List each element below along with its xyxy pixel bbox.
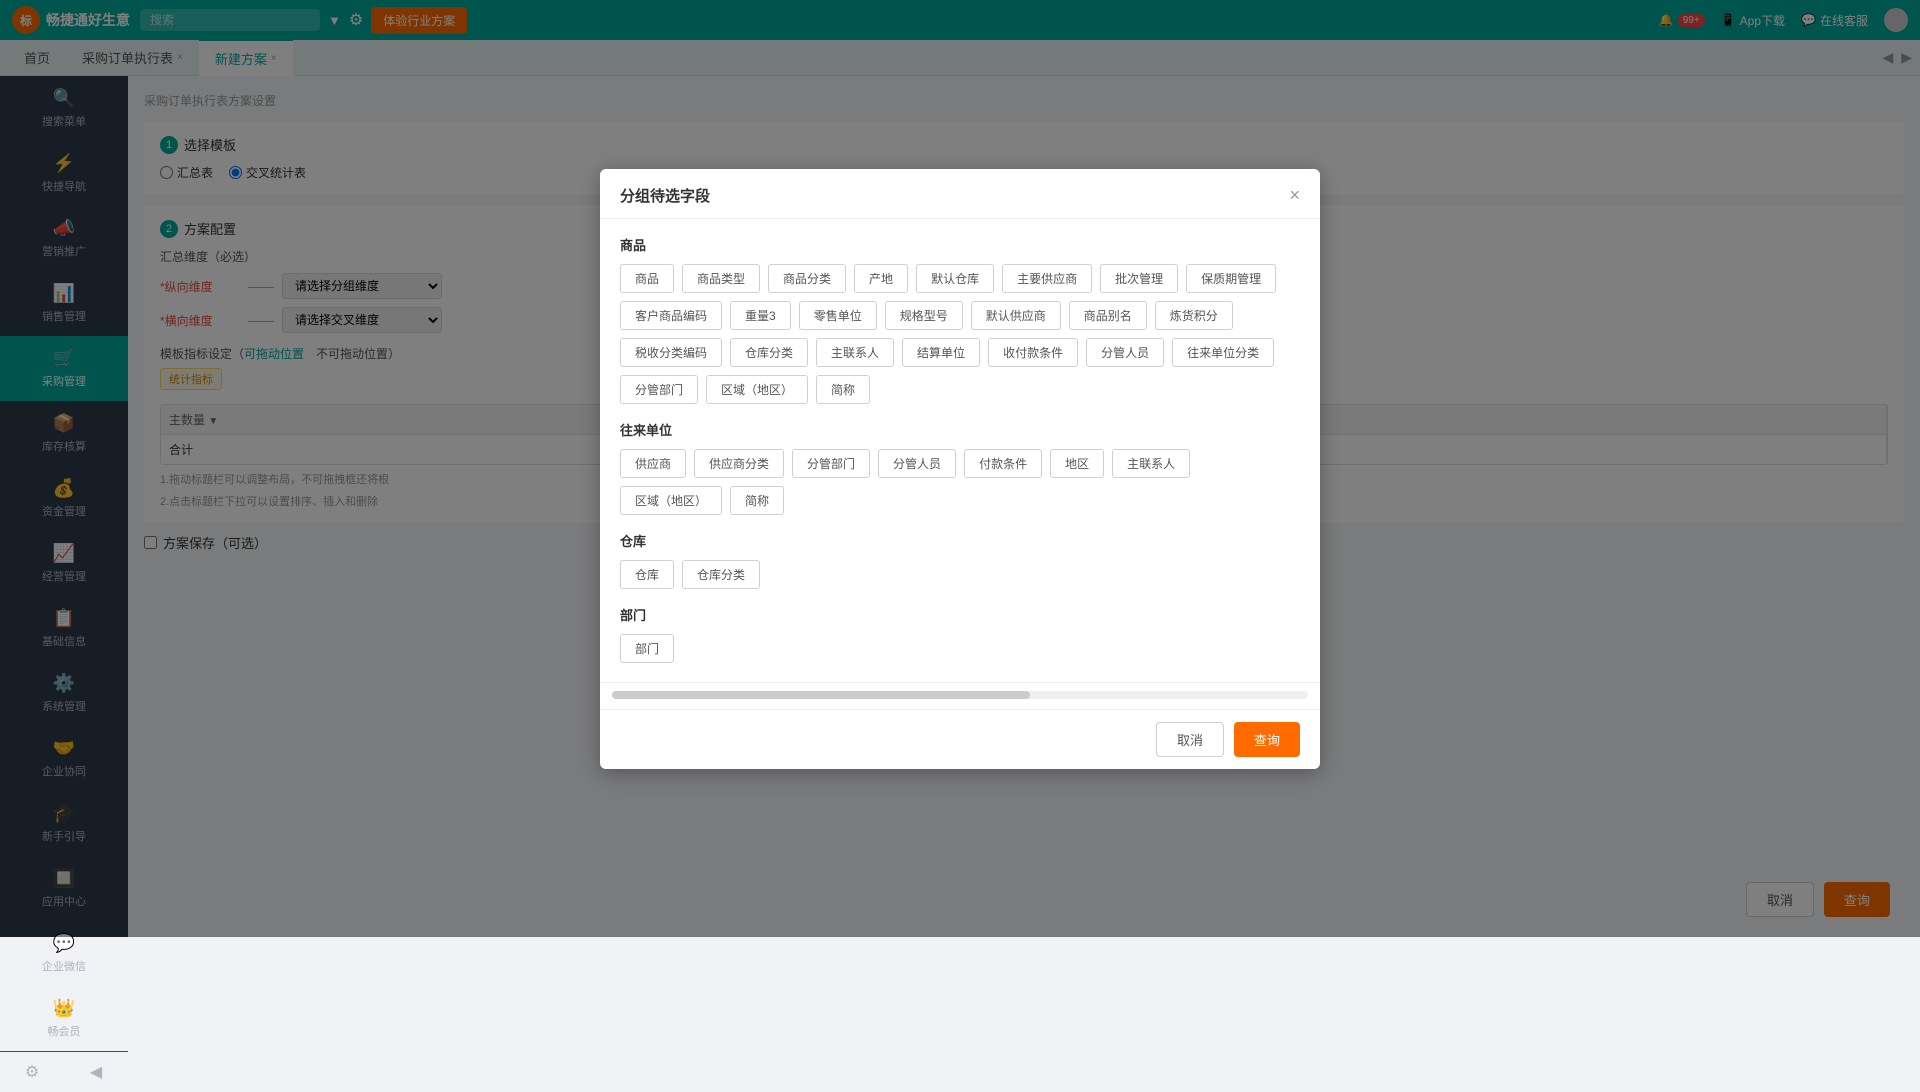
field-select-modal: 分组待选字段 × 商品 商品 商品类型 商品分类 产地 默认仓库 主要供应商 批… — [600, 169, 1320, 769]
modal-confirm-button[interactable]: 查询 — [1234, 722, 1300, 757]
goods-field-grid: 商品 商品类型 商品分类 产地 默认仓库 主要供应商 批次管理 保质期管理 客户… — [620, 264, 1300, 404]
field-area-partner[interactable]: 区域（地区） — [620, 486, 722, 515]
section-goods-title: 商品 — [620, 235, 1300, 254]
sidebar-label-member: 畅会员 — [48, 1023, 81, 1039]
modal-body: 商品 商品 商品类型 商品分类 产地 默认仓库 主要供应商 批次管理 保质期管理… — [600, 219, 1320, 682]
field-main-supplier[interactable]: 主要供应商 — [1002, 264, 1092, 293]
field-manager-partner[interactable]: 分管人员 — [878, 449, 956, 478]
field-dept-managed[interactable]: 分管部门 — [620, 375, 698, 404]
partner-field-grid: 供应商 供应商分类 分管部门 分管人员 付款条件 地区 主联系人 区域（地区） … — [620, 449, 1300, 515]
modal-h-scroll-area — [600, 682, 1320, 709]
section-warehouse-title: 仓库 — [620, 531, 1300, 550]
field-warehouse[interactable]: 仓库 — [620, 560, 674, 589]
field-goods[interactable]: 商品 — [620, 264, 674, 293]
modal-close-button[interactable]: × — [1289, 186, 1300, 204]
modal-h-scroll-track[interactable] — [612, 691, 1308, 699]
sidebar-item-member[interactable]: 👑 畅会员 — [0, 986, 128, 1051]
field-batch-mgmt[interactable]: 批次管理 — [1100, 264, 1178, 293]
field-warehouse-category[interactable]: 仓库分类 — [730, 338, 808, 367]
field-settlement-unit[interactable]: 结算单位 — [902, 338, 980, 367]
field-goods-type[interactable]: 商品类型 — [682, 264, 760, 293]
field-partner-category[interactable]: 往来单位分类 — [1172, 338, 1274, 367]
field-retail-unit[interactable]: 零售单位 — [799, 301, 877, 330]
field-payment-terms-partner[interactable]: 付款条件 — [964, 449, 1042, 478]
field-goods-category[interactable]: 商品分类 — [768, 264, 846, 293]
field-supplier-category[interactable]: 供应商分类 — [694, 449, 784, 478]
field-goods-alias[interactable]: 商品别名 — [1069, 301, 1147, 330]
field-dept-partner[interactable]: 分管部门 — [792, 449, 870, 478]
sidebar-label-wechat: 企业微信 — [42, 958, 86, 974]
field-spec-model[interactable]: 规格型号 — [885, 301, 963, 330]
field-customer-sku[interactable]: 客户商品编码 — [620, 301, 722, 330]
dept-field-grid: 部门 — [620, 634, 1300, 663]
section-partner-title: 往来单位 — [620, 420, 1300, 439]
sidebar-settings-btn[interactable]: ⚙ — [0, 1052, 64, 1092]
modal-title: 分组待选字段 — [620, 185, 710, 206]
field-dept[interactable]: 部门 — [620, 634, 674, 663]
sidebar-bottom: ⚙ ◀ — [0, 1051, 128, 1092]
field-warehouse-cat[interactable]: 仓库分类 — [682, 560, 760, 589]
field-region-goods[interactable]: 区域（地区） — [706, 375, 808, 404]
field-default-warehouse[interactable]: 默认仓库 — [916, 264, 994, 293]
field-main-contact[interactable]: 主联系人 — [816, 338, 894, 367]
field-short-name-partner[interactable]: 简称 — [730, 486, 784, 515]
field-origin[interactable]: 产地 — [854, 264, 908, 293]
section-dept-title: 部门 — [620, 605, 1300, 624]
field-tax-code[interactable]: 税收分类编码 — [620, 338, 722, 367]
section-dept: 部门 部门 — [620, 605, 1300, 663]
sidebar-collapse-btn[interactable]: ◀ — [64, 1052, 128, 1092]
field-default-supplier[interactable]: 默认供应商 — [971, 301, 1061, 330]
modal-h-scroll-thumb[interactable] — [612, 691, 1030, 699]
modal-footer: 取消 查询 — [600, 709, 1320, 769]
warehouse-field-grid: 仓库 仓库分类 — [620, 560, 1300, 589]
field-payment-terms[interactable]: 收付款条件 — [988, 338, 1078, 367]
field-manager[interactable]: 分管人员 — [1086, 338, 1164, 367]
field-region-partner[interactable]: 地区 — [1050, 449, 1104, 478]
field-weight[interactable]: 重量3 — [730, 301, 791, 330]
section-goods: 商品 商品 商品类型 商品分类 产地 默认仓库 主要供应商 批次管理 保质期管理… — [620, 235, 1300, 404]
field-supplier[interactable]: 供应商 — [620, 449, 686, 478]
section-warehouse: 仓库 仓库 仓库分类 — [620, 531, 1300, 589]
field-short-name-goods[interactable]: 简称 — [816, 375, 870, 404]
member-icon: 👑 — [53, 998, 75, 1019]
field-refine-points[interactable]: 炼货积分 — [1155, 301, 1233, 330]
section-partner: 往来单位 供应商 供应商分类 分管部门 分管人员 付款条件 地区 主联系人 区域… — [620, 420, 1300, 515]
field-quality-mgmt[interactable]: 保质期管理 — [1186, 264, 1276, 293]
field-main-contact-partner[interactable]: 主联系人 — [1112, 449, 1190, 478]
modal-header: 分组待选字段 × — [600, 169, 1320, 219]
modal-cancel-button[interactable]: 取消 — [1156, 722, 1224, 757]
